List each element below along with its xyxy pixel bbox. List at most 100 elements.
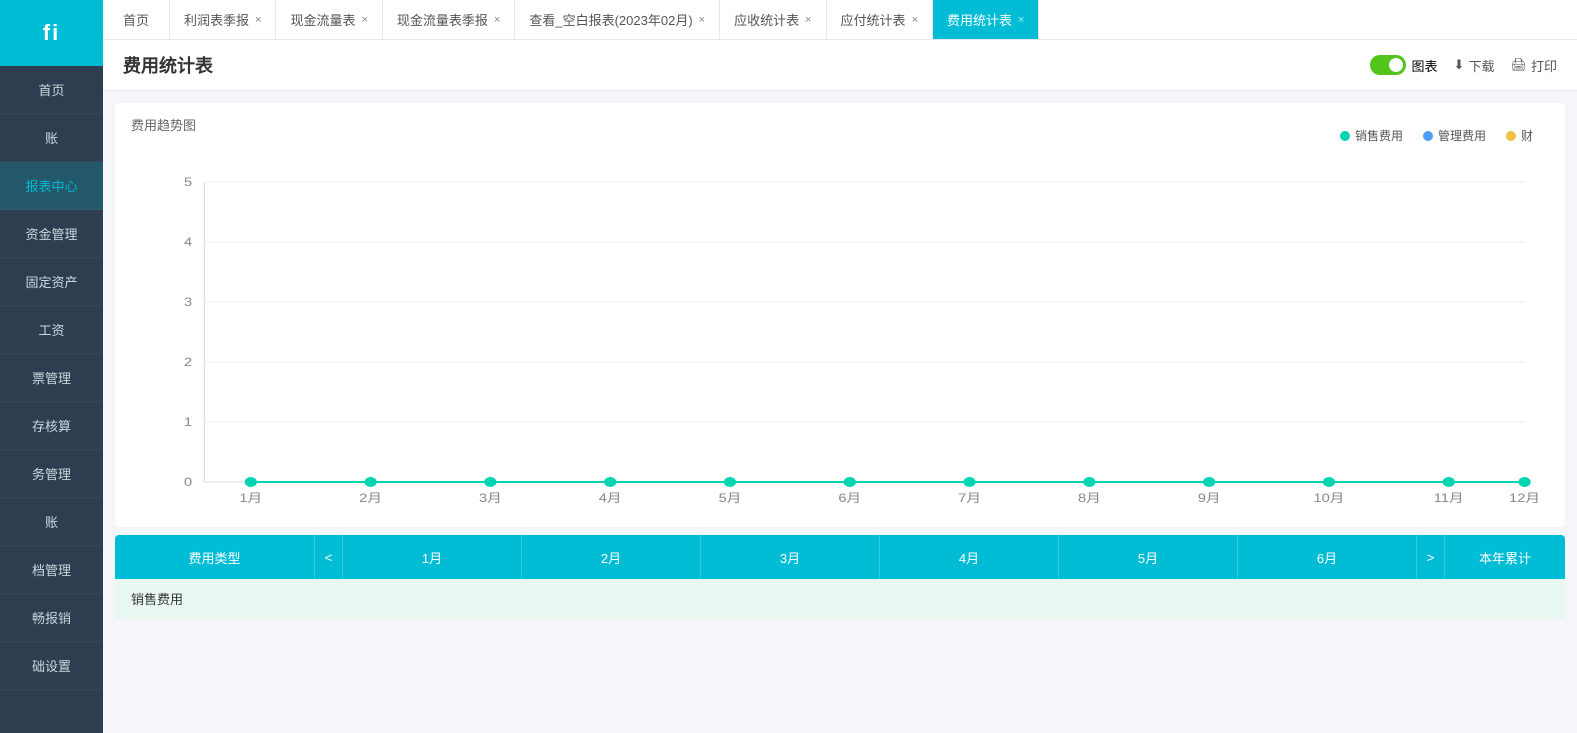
sidebar-item-archive[interactable]: 档管理 bbox=[0, 546, 103, 594]
main-area: 首页 利润表季报 × 现金流量表 × 现金流量表季报 × 查看_空白报表(202… bbox=[103, 0, 1577, 733]
page-header: 费用统计表 图表 ⬇ 下载 🖨 打印 bbox=[103, 40, 1577, 91]
chart-section: 费用趋势图 销售费用 管理费用 财 bbox=[115, 103, 1565, 527]
chart-legend: 销售费用 管理费用 财 bbox=[1340, 127, 1533, 144]
legend-dot-finance bbox=[1506, 131, 1516, 141]
td-sales-total bbox=[1445, 579, 1565, 619]
tab-profit[interactable]: 利润表季报 × bbox=[170, 0, 276, 40]
sidebar-item-stock[interactable]: 存核算 bbox=[0, 402, 103, 450]
sidebar-item-report[interactable]: 报表中心 bbox=[0, 162, 103, 210]
chart-toggle[interactable] bbox=[1370, 55, 1406, 75]
sidebar-item-salary[interactable]: 工资 bbox=[0, 306, 103, 354]
tab-cashflow[interactable]: 现金流量表 × bbox=[276, 0, 382, 40]
main-content: 费用趋势图 销售费用 管理费用 财 bbox=[103, 91, 1577, 733]
legend-label-admin: 管理费用 bbox=[1438, 127, 1486, 144]
sidebar-item-settings[interactable]: 础设置 bbox=[0, 642, 103, 690]
tab-close-receivable[interactable]: × bbox=[805, 14, 811, 26]
legend-finance: 财 bbox=[1506, 127, 1533, 144]
svg-text:3: 3 bbox=[184, 295, 192, 308]
print-icon: 🖨 bbox=[1510, 57, 1527, 73]
tab-close-payable[interactable]: × bbox=[912, 14, 918, 26]
sidebar: fi 首页 账 报表中心 资金管理 固定资产 工资 票管理 存核算 务管理 账 … bbox=[0, 0, 103, 733]
legend-label-finance: 财 bbox=[1521, 127, 1533, 144]
sales-dot-9 bbox=[1203, 477, 1215, 487]
th-nav-prev[interactable]: < bbox=[315, 535, 343, 579]
table-row: 销售费用 bbox=[115, 579, 1565, 619]
tab-payable[interactable]: 应付统计表 × bbox=[827, 0, 933, 40]
sidebar-item-service[interactable]: 务管理 bbox=[0, 450, 103, 498]
print-button[interactable]: 🖨 打印 bbox=[1510, 56, 1557, 75]
legend-sales: 销售费用 bbox=[1340, 127, 1403, 144]
svg-text:9月: 9月 bbox=[1198, 491, 1221, 504]
sidebar-item-fund[interactable]: 资金管理 bbox=[0, 210, 103, 258]
sidebar-item-asset[interactable]: 固定资产 bbox=[0, 258, 103, 306]
th-total: 本年累计 bbox=[1445, 535, 1565, 579]
td-sales-3 bbox=[701, 579, 880, 619]
legend-dot-sales bbox=[1340, 131, 1350, 141]
legend-dot-admin bbox=[1423, 131, 1433, 141]
svg-text:11月: 11月 bbox=[1434, 491, 1464, 504]
sidebar-item-home[interactable]: 首页 bbox=[0, 66, 103, 114]
legend-label-sales: 销售费用 bbox=[1355, 127, 1403, 144]
svg-text:1: 1 bbox=[184, 415, 192, 428]
tab-close-cashflow[interactable]: × bbox=[361, 14, 367, 26]
header-actions: 图表 ⬇ 下载 🖨 打印 bbox=[1370, 55, 1557, 75]
svg-text:6月: 6月 bbox=[838, 491, 861, 504]
trend-chart: 0 1 2 3 4 5 1月 2月 3月 4月 5月 6月 7月 8月 9月 bbox=[131, 142, 1549, 512]
table-header: 费用类型 < 1月 2月 3月 4月 5月 6月 > 本年累计 bbox=[115, 535, 1565, 579]
svg-text:5: 5 bbox=[184, 175, 192, 188]
td-sales-5 bbox=[1059, 579, 1238, 619]
th-month-3: 3月 bbox=[701, 535, 880, 579]
td-nav-prev bbox=[315, 579, 343, 619]
tab-cashflow-quarter[interactable]: 现金流量表季报 × bbox=[383, 0, 515, 40]
tab-expense-stat[interactable]: 费用统计表 × bbox=[933, 0, 1039, 40]
print-label: 打印 bbox=[1531, 56, 1557, 75]
svg-text:2月: 2月 bbox=[359, 491, 382, 504]
sales-dot-6 bbox=[844, 477, 856, 487]
sales-dot-8 bbox=[1083, 477, 1095, 487]
svg-text:0: 0 bbox=[184, 475, 192, 488]
td-sales-4 bbox=[880, 579, 1059, 619]
chart-toggle-label: 图表 bbox=[1412, 56, 1438, 75]
svg-text:1月: 1月 bbox=[239, 491, 262, 504]
svg-text:3月: 3月 bbox=[479, 491, 502, 504]
tab-receivable[interactable]: 应收统计表 × bbox=[720, 0, 826, 40]
tab-close-cashflow-quarter[interactable]: × bbox=[494, 14, 500, 26]
th-month-6: 6月 bbox=[1238, 535, 1417, 579]
th-month-4: 4月 bbox=[880, 535, 1059, 579]
td-nav-next bbox=[1417, 579, 1445, 619]
td-type-sales: 销售费用 bbox=[115, 579, 315, 619]
table-section: 费用类型 < 1月 2月 3月 4月 5月 6月 > 本年累计 销售费用 bbox=[115, 535, 1565, 733]
tab-blank-report[interactable]: 查看_空白报表(2023年02月) × bbox=[515, 0, 720, 40]
tab-close-expense-stat[interactable]: × bbox=[1018, 14, 1024, 26]
tab-close-profit[interactable]: × bbox=[255, 14, 261, 26]
chart-wrap: 费用趋势图 销售费用 管理费用 财 bbox=[131, 115, 1549, 515]
sidebar-item-expense[interactable]: 畅报销 bbox=[0, 594, 103, 642]
table-body: 销售费用 bbox=[115, 579, 1565, 619]
svg-text:8月: 8月 bbox=[1078, 491, 1101, 504]
chart-title: 费用趋势图 bbox=[131, 115, 1549, 134]
svg-text:10月: 10月 bbox=[1313, 491, 1344, 504]
svg-text:2: 2 bbox=[184, 355, 192, 368]
download-icon: ⬇ bbox=[1454, 57, 1465, 73]
td-sales-6 bbox=[1238, 579, 1417, 619]
sales-dot-5 bbox=[724, 477, 736, 487]
tab-close-blank-report[interactable]: × bbox=[699, 14, 705, 26]
sidebar-item-ledger[interactable]: 账 bbox=[0, 498, 103, 546]
sales-dot-2 bbox=[364, 477, 376, 487]
download-button[interactable]: ⬇ 下载 bbox=[1454, 56, 1495, 75]
th-type: 费用类型 bbox=[115, 535, 315, 579]
legend-admin: 管理费用 bbox=[1423, 127, 1486, 144]
sales-dot-10 bbox=[1323, 477, 1335, 487]
sales-dot-1 bbox=[245, 477, 257, 487]
sidebar-item-ticket[interactable]: 票管理 bbox=[0, 354, 103, 402]
th-nav-next[interactable]: > bbox=[1417, 535, 1445, 579]
chart-toggle-wrap: 图表 bbox=[1370, 55, 1438, 75]
td-sales-2 bbox=[522, 579, 701, 619]
sidebar-logo: fi bbox=[0, 0, 103, 66]
svg-text:12月: 12月 bbox=[1509, 491, 1540, 504]
download-label: 下载 bbox=[1468, 56, 1494, 75]
sidebar-item-account[interactable]: 账 bbox=[0, 114, 103, 162]
tab-home[interactable]: 首页 bbox=[103, 0, 170, 40]
sales-dot-12 bbox=[1518, 477, 1530, 487]
sales-dot-3 bbox=[484, 477, 496, 487]
